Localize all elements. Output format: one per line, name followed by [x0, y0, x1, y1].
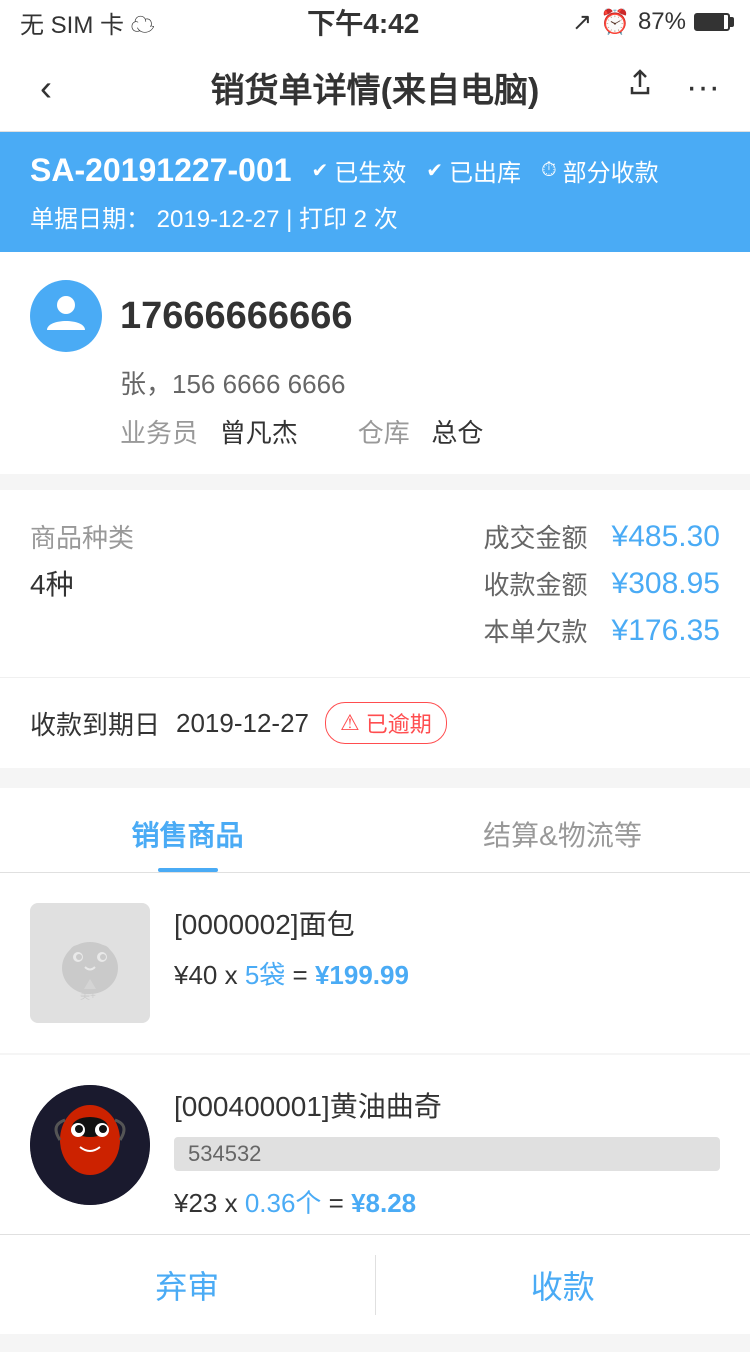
tab-sales-products[interactable]: 销售商品 [0, 788, 375, 872]
product-thumb-2 [30, 1085, 150, 1205]
location-icon: ↗ [572, 8, 592, 37]
status-badge-shipped: ✔ 已出库 [426, 153, 521, 188]
summary-section: 商品种类 4种 成交金额 ¥485.30 收款金额 ¥308.95 本单欠款 ¥… [0, 490, 750, 677]
due-label: 本单欠款 [484, 612, 588, 649]
overdue-icon: ⚠ [340, 710, 360, 736]
products-section: 美+ [0000002]面包 ¥40 x 5袋 = ¥199.99 [0, 873, 750, 1250]
date-label: 单据日期： [30, 206, 150, 233]
product-name-1: [0000002]面包 [174, 903, 720, 943]
warehouse-label: 仓库 [358, 418, 410, 448]
cancel-button[interactable]: 弃审 [0, 1235, 375, 1334]
back-button[interactable]: ‹ [30, 57, 62, 119]
overdue-text: 已逾期 [366, 707, 432, 739]
customer-section: 17666666666 张，156 6666 6666 业务员 曾凡杰 仓库 总… [0, 252, 750, 474]
confirm-button[interactable]: 收款 [376, 1235, 750, 1334]
status-left: 无 SIM 卡 ☁ [20, 5, 155, 40]
sales-label: 业务员 [120, 418, 198, 448]
battery-status: 87% [638, 8, 686, 36]
person-icon [45, 290, 87, 342]
product-thumb-1: 美+ [30, 903, 150, 1023]
bottom-bar: 弃审 收款 [0, 1234, 750, 1334]
divider-1 [0, 474, 750, 490]
print-info: | 打印 2 次 [286, 206, 398, 233]
clock-icon: ⏱ [541, 159, 557, 182]
nav-actions: ··· [624, 67, 720, 108]
order-date: 2019-12-27 [157, 206, 280, 233]
due-date-value: 2019-12-27 [176, 708, 309, 739]
due-amount: ¥176.35 [612, 614, 720, 648]
collected-label: 收款金额 [484, 565, 588, 602]
customer-meta: 业务员 曾凡杰 仓库 总仓 [120, 413, 720, 450]
check-icon-active: ✔ [312, 158, 329, 183]
nav-bar: ‹ 销货单详情(来自电脑) ··· [0, 44, 750, 132]
more-icon[interactable]: ··· [686, 68, 720, 107]
status-bar: 无 SIM 卡 ☁ 下午4:42 ↗ ⏰ 87% [0, 0, 750, 44]
status-time: 下午4:42 [307, 2, 419, 42]
tab-settlement[interactable]: 结算&物流等 [375, 788, 750, 872]
category-label: 商品种类 [30, 518, 134, 555]
product-card-2: [000400001]黄油曲奇 534532 ¥23 x 0.36个 = ¥8.… [0, 1055, 750, 1250]
svg-text:美+: 美+ [80, 989, 96, 1002]
status-badge-partial: ⏱ 部分收款 [541, 153, 659, 188]
sales-name: 曾凡杰 [220, 418, 298, 448]
product-price-1: ¥40 x 5袋 = ¥199.99 [174, 955, 720, 992]
divider-2 [0, 768, 750, 788]
page-title: 销货单详情(来自电脑) [211, 63, 540, 112]
product-card-1: 美+ [0000002]面包 ¥40 x 5袋 = ¥199.99 [0, 873, 750, 1053]
product-info-1: [0000002]面包 ¥40 x 5袋 = ¥199.99 [174, 903, 720, 992]
order-id: SA-20191227-001 [30, 152, 292, 189]
customer-phone: 17666666666 [120, 295, 352, 338]
alarm-icon: ⏰ [600, 8, 630, 37]
collected-amount: ¥308.95 [612, 567, 720, 601]
product-price-2: ¥23 x 0.36个 = ¥8.28 [174, 1183, 720, 1220]
battery-icon [694, 13, 730, 31]
status-badge-active: ✔ 已生效 [312, 153, 407, 188]
deal-amount: ¥485.30 [612, 520, 720, 554]
category-count: 4种 [30, 563, 134, 603]
due-section: 收款到期日 2019-12-27 ⚠ 已逾期 [0, 677, 750, 768]
due-date-label: 收款到期日 [30, 705, 160, 742]
share-icon[interactable] [624, 67, 656, 108]
order-header: SA-20191227-001 ✔ 已生效 ✔ 已出库 ⏱ 部分收款 单据日期：… [0, 132, 750, 252]
tabs-bar: 销售商品 结算&物流等 [0, 788, 750, 873]
product-tag-2: 534532 [174, 1137, 720, 1171]
avatar [30, 280, 102, 352]
sim-status: 无 SIM 卡 ☁ [20, 5, 155, 40]
deal-amount-label: 成交金额 [484, 518, 588, 555]
product-info-2: [000400001]黄油曲奇 534532 ¥23 x 0.36个 = ¥8.… [174, 1085, 720, 1220]
check-icon-shipped: ✔ [426, 158, 443, 183]
overdue-badge: ⚠ 已逾期 [325, 702, 447, 744]
order-date-row: 单据日期： 2019-12-27 | 打印 2 次 [30, 199, 720, 234]
warehouse-name: 总仓 [431, 418, 483, 448]
product-name-2: [000400001]黄油曲奇 [174, 1085, 720, 1125]
customer-name: 张，156 6666 6666 [120, 364, 720, 401]
status-right: ↗ ⏰ 87% [572, 8, 730, 37]
